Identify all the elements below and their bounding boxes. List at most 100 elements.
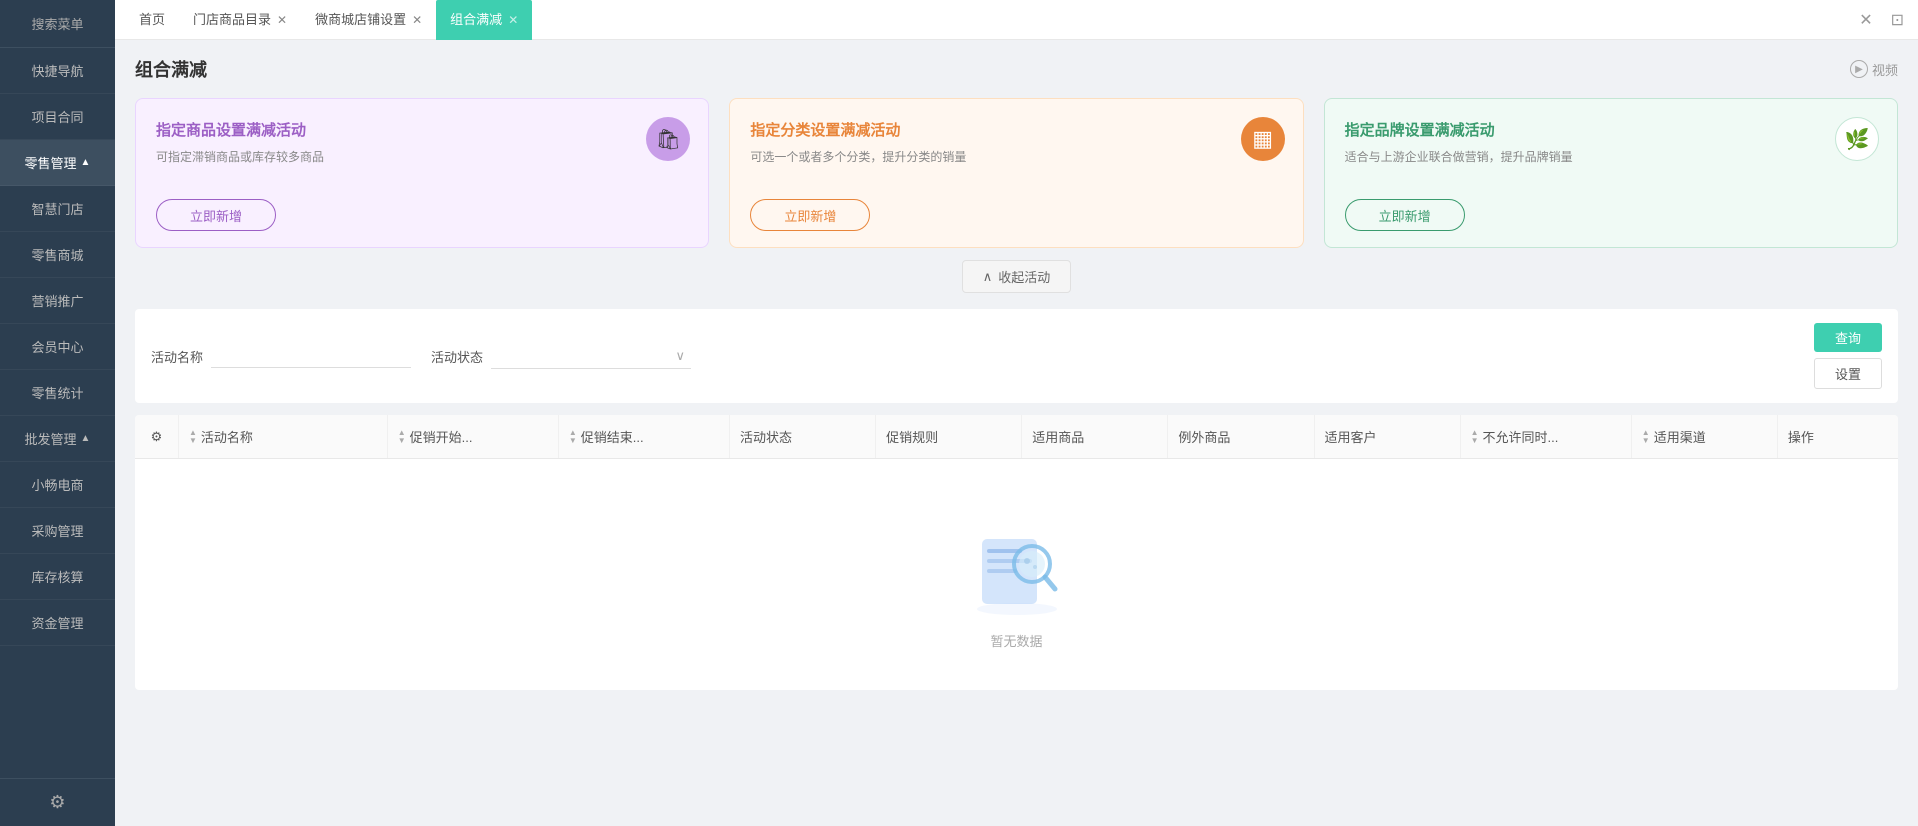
collapse-icon: ∧	[983, 269, 993, 285]
sidebar-item-retail-stats[interactable]: 零售统计	[0, 370, 115, 416]
th-except: 例外商品	[1168, 415, 1314, 458]
card-product: 🛍 指定商品设置满减活动 可指定滞销商品或库存较多商品 立即新增	[135, 98, 709, 248]
tab-bar: 首页 门店商品目录 ✕ 微商城店铺设置 ✕ 组合满减 ✕ ✕ ⊡	[115, 0, 1918, 40]
th-label: 促销规则	[886, 427, 938, 446]
th-label: 活动状态	[740, 427, 792, 446]
sidebar-item-retail-mall[interactable]: 零售商城	[0, 232, 115, 278]
chevron-down-icon: ∨	[676, 348, 686, 364]
empty-illustration	[957, 519, 1077, 619]
close-icon[interactable]: ✕	[277, 0, 287, 40]
activity-status-select[interactable]: ∨	[491, 344, 691, 369]
th-label: 适用商品	[1032, 427, 1084, 446]
sidebar-item-label: 会员中心	[31, 337, 83, 356]
video-label: 视频	[1872, 60, 1898, 79]
tab-home[interactable]: 首页	[125, 0, 179, 40]
tab-product-catalog[interactable]: 门店商品目录 ✕	[179, 0, 301, 40]
query-button[interactable]: 查询	[1814, 323, 1882, 352]
activity-cards: 🛍 指定商品设置满减活动 可指定滞销商品或库存较多商品 立即新增 ▦ 指定分类设…	[135, 98, 1898, 248]
tab-combo-discount[interactable]: 组合满减 ✕	[436, 0, 532, 40]
sort-arrows-icon: ▲▼	[1471, 429, 1479, 445]
setting-button[interactable]: 设置	[1814, 358, 1882, 389]
sidebar-settings[interactable]: ⚙	[0, 778, 115, 826]
card-brand-title: 指定品牌设置满减活动	[1345, 119, 1877, 140]
video-link[interactable]: ▶ 视频	[1850, 60, 1898, 79]
sidebar-item-finance[interactable]: 资金管理	[0, 600, 115, 646]
empty-state: 暂无数据	[135, 459, 1898, 690]
th-start[interactable]: ▲▼ 促销开始...	[388, 415, 559, 458]
tab-label: 微商城店铺设置	[315, 0, 406, 40]
activity-name-field: 活动名称	[151, 344, 411, 368]
card-brand-desc: 适合与上游企业联合做营销，提升品牌销量	[1345, 148, 1877, 183]
expand-arrow-icon: ▲	[81, 433, 91, 444]
th-end[interactable]: ▲▼ 促销结束...	[559, 415, 730, 458]
sidebar-item-label: 营销推广	[31, 291, 83, 310]
sidebar-item-wholesale[interactable]: 批发管理 ▲	[0, 416, 115, 462]
gear-icon: ⚙	[49, 792, 65, 813]
main-area: 首页 门店商品目录 ✕ 微商城店铺设置 ✕ 组合满减 ✕ ✕ ⊡ 组合满减 ▶ …	[115, 0, 1918, 826]
sidebar-item-purchase[interactable]: 采购管理	[0, 508, 115, 554]
sidebar-item-members[interactable]: 会员中心	[0, 324, 115, 370]
window-controls: ✕ ⊡	[1855, 8, 1908, 32]
sidebar-item-shortcuts[interactable]: 快捷导航	[0, 48, 115, 94]
sidebar-item-contracts[interactable]: 项目合同	[0, 94, 115, 140]
sidebar: 搜索菜单 快捷导航 项目合同 零售管理 ▲ 智慧门店 零售商城 营销推广 会员中…	[0, 0, 115, 826]
th-op: 操作	[1778, 415, 1898, 458]
minimize-window-button[interactable]: ⊡	[1887, 8, 1908, 32]
sidebar-item-label: 批发管理	[25, 429, 77, 448]
sidebar-item-retail[interactable]: 零售管理 ▲	[0, 140, 115, 186]
gear-icon: ⚙	[151, 429, 163, 445]
card-category-add-button[interactable]: 立即新增	[750, 199, 870, 231]
tab-wechat-store[interactable]: 微商城店铺设置 ✕	[301, 0, 436, 40]
activity-status-label: 活动状态	[431, 347, 483, 366]
card-product-icon: 🛍	[646, 117, 690, 161]
th-label: 操作	[1788, 427, 1814, 446]
sidebar-item-label: 项目合同	[31, 107, 83, 126]
tab-label: 首页	[139, 0, 165, 40]
expand-arrow-icon: ▲	[81, 157, 91, 168]
table-header: ⚙ ▲▼ 活动名称 ▲▼ 促销开始... ▲▼ 促销结束... 活动状态	[135, 415, 1898, 459]
activity-name-input[interactable]	[211, 344, 411, 368]
card-category-title: 指定分类设置满减活动	[750, 119, 1282, 140]
card-brand-icon: 🌿	[1835, 117, 1879, 161]
sort-arrows-icon: ▲▼	[398, 429, 406, 445]
sort-arrows-icon: ▲▼	[1642, 429, 1650, 445]
search-bar: 活动名称 活动状态 ∨ 查询 设置	[135, 309, 1898, 403]
sidebar-item-marketing[interactable]: 营销推广	[0, 278, 115, 324]
close-icon[interactable]: ✕	[508, 0, 518, 40]
collapse-label: 收起活动	[998, 267, 1050, 286]
th-activity-name[interactable]: ▲▼ 活动名称	[179, 415, 388, 458]
sidebar-item-label: 零售商城	[31, 245, 83, 264]
card-category-desc: 可选一个或者多个分类，提升分类的销量	[750, 148, 1282, 183]
play-icon: ▶	[1850, 60, 1868, 78]
sidebar-item-label: 资金管理	[31, 613, 83, 632]
card-product-add-button[interactable]: 立即新增	[156, 199, 276, 231]
empty-text: 暂无数据	[990, 631, 1042, 650]
collapse-button[interactable]: ∧ 收起活动	[962, 260, 1072, 293]
page-header: 组合满减 ▶ 视频	[135, 56, 1898, 82]
sidebar-item-ecommerce[interactable]: 小畅电商	[0, 462, 115, 508]
tab-label: 组合满减	[450, 0, 502, 40]
card-product-title: 指定商品设置满减活动	[156, 119, 688, 140]
card-brand-add-button[interactable]: 立即新增	[1345, 199, 1465, 231]
sidebar-item-label: 零售管理	[25, 153, 77, 172]
sidebar-item-label: 小畅电商	[31, 475, 83, 494]
sidebar-search[interactable]: 搜索菜单	[0, 0, 115, 48]
sidebar-item-label: 快捷导航	[31, 61, 83, 80]
sidebar-item-label: 采购管理	[31, 521, 83, 540]
close-window-button[interactable]: ✕	[1855, 8, 1876, 32]
page-content: 组合满减 ▶ 视频 🛍 指定商品设置满减活动 可指定滞销商品或库存较多商品 立即…	[115, 40, 1918, 826]
th-notallow[interactable]: ▲▼ 不允许同时...	[1461, 415, 1632, 458]
th-status: 活动状态	[730, 415, 876, 458]
th-customer: 适用客户	[1315, 415, 1461, 458]
th-gear[interactable]: ⚙	[135, 415, 179, 458]
th-rule: 促销规则	[876, 415, 1022, 458]
th-label: 活动名称	[201, 427, 253, 446]
sidebar-item-inventory[interactable]: 库存核算	[0, 554, 115, 600]
sidebar-item-smart-store[interactable]: 智慧门店	[0, 186, 115, 232]
th-channel[interactable]: ▲▼ 适用渠道	[1632, 415, 1778, 458]
th-label: 适用客户	[1325, 427, 1377, 446]
sidebar-item-label: 智慧门店	[31, 199, 83, 218]
sidebar-item-label: 零售统计	[31, 383, 83, 402]
close-icon[interactable]: ✕	[412, 0, 422, 40]
activity-name-label: 活动名称	[151, 347, 203, 366]
